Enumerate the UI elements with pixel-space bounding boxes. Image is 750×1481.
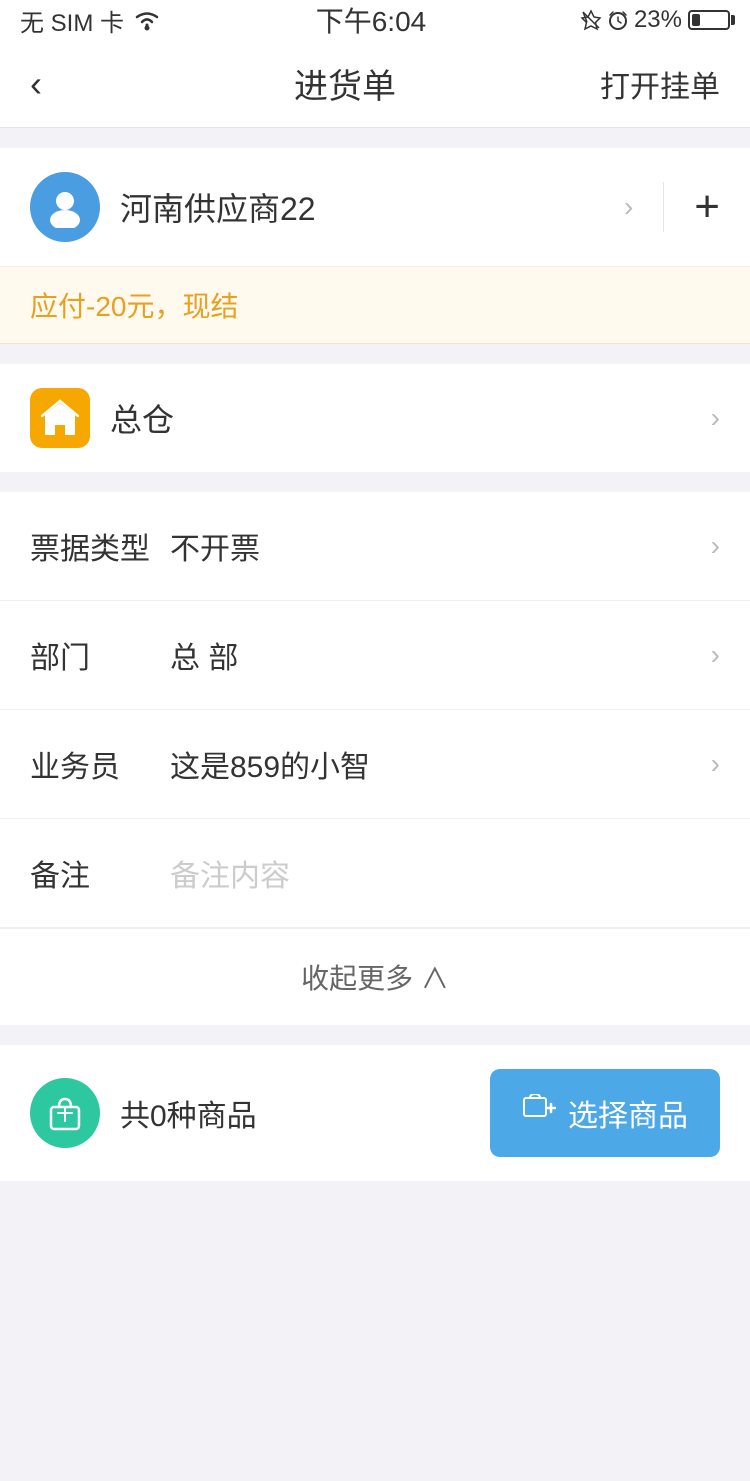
salesperson-arrow-icon: › <box>711 748 720 780</box>
gap-1 <box>0 128 750 148</box>
invoice-type-row[interactable]: 票据类型 不开票 › <box>0 492 750 601</box>
status-left: 无 SIM 卡 <box>20 3 162 38</box>
remark-row[interactable]: 备注 备注内容 <box>0 819 750 928</box>
back-button[interactable]: ‹ <box>30 63 90 105</box>
gray-fill-area <box>0 1181 750 1481</box>
person-icon <box>44 186 86 228</box>
cart-add-icon <box>522 1094 556 1124</box>
battery-percent: 23% <box>634 6 682 34</box>
notice-bar: 应付-20元，现结 <box>0 267 750 344</box>
select-product-label: 选择商品 <box>568 1091 688 1135</box>
invoice-type-label: 票据类型 <box>30 524 170 568</box>
product-count-text: 共0种商品 <box>120 1091 470 1135</box>
gap-2 <box>0 344 750 364</box>
home-icon <box>41 399 79 437</box>
department-label: 部门 <box>30 633 170 677</box>
supplier-arrow-icon: › <box>624 191 633 223</box>
collapse-label: 收起更多 ∧ <box>301 963 449 994</box>
collapse-button[interactable]: 收起更多 ∧ <box>0 928 750 1025</box>
status-time: 下午6:04 <box>316 0 427 40</box>
invoice-type-value: 不开票 <box>170 524 711 568</box>
remark-label: 备注 <box>30 851 170 895</box>
supplier-avatar <box>30 172 100 242</box>
bottom-bar: 共0种商品 选择商品 <box>0 1045 750 1181</box>
select-product-button[interactable]: 选择商品 <box>490 1069 720 1157</box>
invoice-arrow-icon: › <box>711 530 720 562</box>
remark-placeholder: 备注内容 <box>170 851 720 895</box>
supplier-row[interactable]: 河南供应商22 › + <box>0 148 750 267</box>
wifi-icon <box>132 9 162 31</box>
salesperson-value: 这是859的小智 <box>170 742 711 786</box>
status-bar: 无 SIM 卡 下午6:04 23% <box>0 0 750 40</box>
page-title: 进货单 <box>294 59 396 108</box>
salesperson-label: 业务员 <box>30 742 170 786</box>
salesperson-row[interactable]: 业务员 这是859的小智 › <box>0 710 750 819</box>
status-right: 23% <box>580 6 730 34</box>
warehouse-arrow-icon: › <box>711 402 720 434</box>
product-icon-bg <box>30 1078 100 1148</box>
department-value: 总 部 <box>170 633 711 677</box>
supplier-name: 河南供应商22 <box>120 184 624 230</box>
warehouse-name: 总仓 <box>110 395 711 441</box>
form-section: 票据类型 不开票 › 部门 总 部 › 业务员 这是859的小智 › 备注 备注… <box>0 492 750 1025</box>
location-icon <box>580 9 602 31</box>
nav-bar: ‹ 进货单 打开挂单 <box>0 40 750 128</box>
open-pending-button[interactable]: 打开挂单 <box>600 62 720 106</box>
shopping-bag-icon <box>45 1093 85 1133</box>
department-row[interactable]: 部门 总 部 › <box>0 601 750 710</box>
supplier-section: 河南供应商22 › + 应付-20元，现结 <box>0 148 750 344</box>
department-arrow-icon: › <box>711 639 720 671</box>
warehouse-section: 总仓 › <box>0 364 750 472</box>
add-supplier-button[interactable]: + <box>663 182 720 232</box>
select-product-icon <box>522 1094 556 1132</box>
alarm-icon <box>608 9 628 31</box>
signal-text: 无 SIM 卡 <box>20 3 124 38</box>
notice-text: 应付-20元，现结 <box>30 291 238 322</box>
battery-icon <box>688 10 730 30</box>
warehouse-icon-bg <box>30 388 90 448</box>
warehouse-row[interactable]: 总仓 › <box>0 364 750 472</box>
